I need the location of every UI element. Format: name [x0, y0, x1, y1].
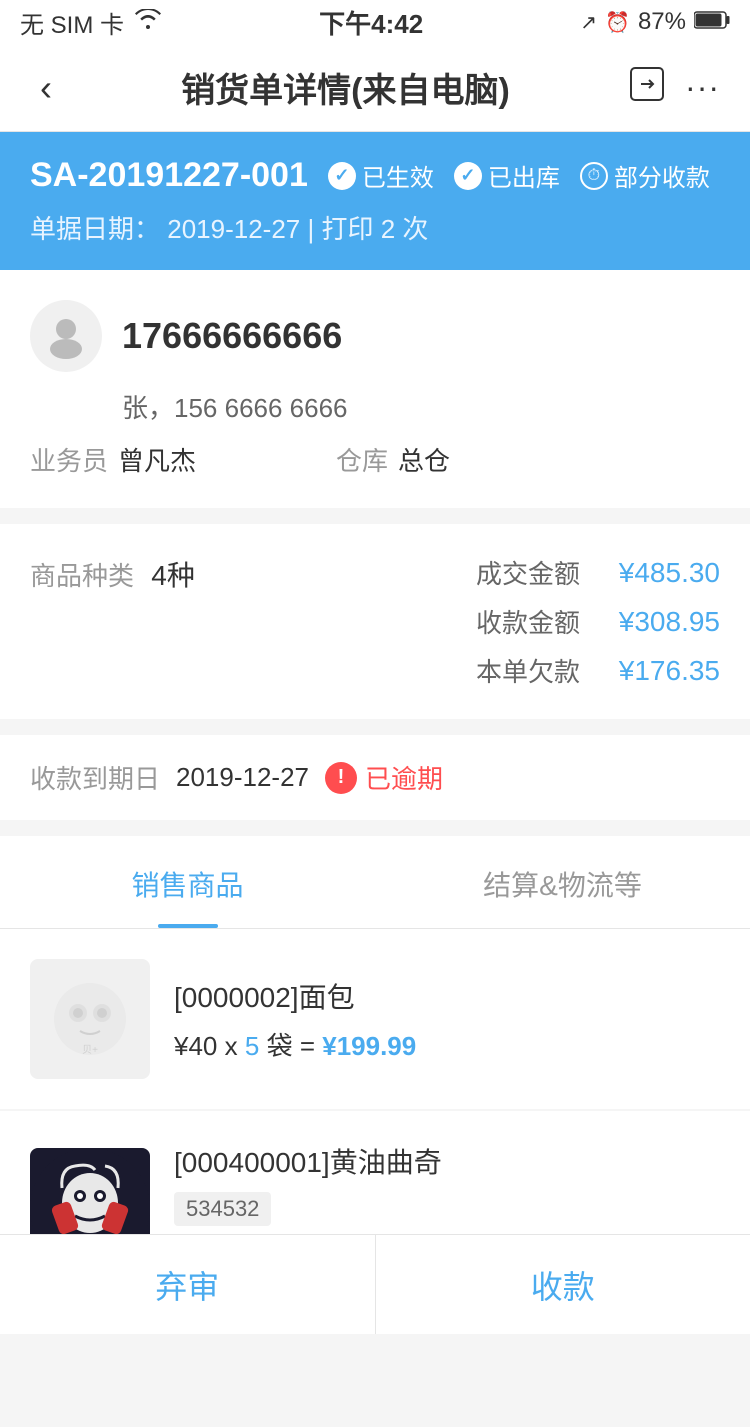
check-icon-2: ✓ — [454, 162, 482, 190]
overdue-label: 已逾期 — [365, 759, 443, 796]
product-qty-1: 5 — [245, 1031, 259, 1061]
bottom-bar: 弃审 收款 — [0, 1234, 750, 1334]
status-shipped: ✓ 已出库 — [454, 158, 560, 193]
print-count: 2 — [381, 214, 395, 244]
sales-person-item: 业务员 曾凡杰 — [30, 441, 196, 478]
collection-row: 收款金额 ¥308.95 — [476, 603, 720, 640]
print-unit: 次 — [402, 214, 428, 244]
summary-left: 商品种类 4种 — [30, 554, 195, 594]
collect-payment-button[interactable]: 收款 — [376, 1235, 750, 1334]
page-title: 销货单详情(来自电脑) — [181, 63, 510, 112]
back-button[interactable]: ‹ — [30, 57, 62, 119]
location-icon: ↗ — [580, 10, 597, 35]
order-id: SA-20191227-001 — [30, 156, 308, 195]
status-effective-label: 已生效 — [362, 158, 434, 193]
status-partial: ⏱ 部分收款 — [580, 158, 710, 193]
date-label: 单据日期： — [30, 214, 160, 244]
tab-settlement-label: 结算&物流等 — [483, 870, 642, 901]
summary-section: 商品种类 4种 成交金额 ¥485.30 收款金额 ¥308.95 本单欠款 ¥… — [0, 524, 750, 719]
status-partial-label: 部分收款 — [614, 158, 710, 193]
order-date-row: 单据日期： 2019-12-27 | 打印 2 次 — [30, 209, 720, 246]
customer-contact: 张，156 6666 6666 — [30, 388, 720, 425]
debt-label: 本单欠款 — [476, 652, 580, 689]
tab-settlement[interactable]: 结算&物流等 — [375, 836, 750, 928]
amount-label: 成交金额 — [476, 554, 580, 591]
customer-meta: 业务员 曾凡杰 仓库 总仓 — [30, 441, 720, 478]
status-effective: ✓ 已生效 — [328, 158, 434, 193]
print-label: 打印 — [321, 214, 373, 244]
cancel-review-label: 弃审 — [155, 1262, 219, 1308]
svg-text:贝+: 贝+ — [82, 1044, 98, 1056]
customer-header: 17666666666 — [30, 300, 720, 372]
debt-value: ¥176.35 — [600, 655, 720, 687]
nav-actions: ··· — [629, 66, 720, 110]
tabs-row: 销售商品 结算&物流等 — [0, 836, 750, 929]
status-bar: 无 SIM 卡 下午4:42 ↗ ⏰ 87% — [0, 0, 750, 44]
battery-text: 87% — [638, 8, 686, 36]
alarm-icon: ⏰ — [605, 10, 630, 35]
product-tag-2: 534532 — [174, 1192, 271, 1226]
wifi-icon — [134, 8, 162, 36]
tab-products-label: 销售商品 — [131, 870, 243, 901]
warehouse-label: 仓库 — [336, 441, 388, 478]
order-date: 2019-12-27 — [167, 214, 300, 244]
summary-right: 成交金额 ¥485.30 收款金额 ¥308.95 本单欠款 ¥176.35 — [476, 554, 720, 689]
warehouse-value: 总仓 — [398, 441, 450, 478]
order-header: SA-20191227-001 ✓ 已生效 ✓ 已出库 ⏱ 部分收款 单据日期：… — [0, 132, 750, 270]
status-bar-right: ↗ ⏰ 87% — [580, 8, 730, 36]
due-date-section: 收款到期日 2019-12-27 ! 已逾期 — [0, 735, 750, 820]
status-bar-time: 下午4:42 — [319, 4, 423, 41]
product-name-2: [000400001]黄油曲奇 — [174, 1141, 720, 1181]
product-unit-price-1: ¥40 — [174, 1031, 217, 1061]
order-id-row: SA-20191227-001 ✓ 已生效 ✓ 已出库 ⏱ 部分收款 — [30, 156, 720, 195]
product-total-1: ¥199.99 — [322, 1031, 416, 1061]
product-price-row-1: ¥40 x 5 袋 = ¥199.99 — [174, 1026, 720, 1063]
amount-value: ¥485.30 — [600, 557, 720, 589]
debt-row: 本单欠款 ¥176.35 — [476, 652, 720, 689]
tab-products[interactable]: 销售商品 — [0, 836, 375, 928]
print-separator: | — [307, 214, 321, 244]
product-name-1: [0000002]面包 — [174, 976, 720, 1016]
list-item: 贝+ [0000002]面包 ¥40 x 5 袋 = ¥199.99 — [0, 929, 750, 1109]
customer-id: 17666666666 — [122, 315, 342, 357]
due-date-value: 2019-12-27 — [176, 762, 309, 793]
status-bar-left: 无 SIM 卡 — [20, 5, 162, 40]
due-date-label: 收款到期日 — [30, 759, 160, 796]
clock-icon: ⏱ — [580, 162, 608, 190]
product-unit-1: 袋 — [267, 1031, 293, 1061]
sales-person-value: 曾凡杰 — [118, 441, 196, 478]
more-icon[interactable]: ··· — [685, 69, 720, 106]
status-shipped-label: 已出库 — [488, 158, 560, 193]
carrier-text: 无 SIM 卡 — [20, 5, 124, 40]
share-icon[interactable] — [629, 66, 665, 110]
products-section: 贝+ [0000002]面包 ¥40 x 5 袋 = ¥199.99 — [0, 929, 750, 1427]
cancel-review-button[interactable]: 弃审 — [0, 1235, 376, 1334]
sales-person-label: 业务员 — [30, 441, 108, 478]
collection-label: 收款金额 — [476, 603, 580, 640]
amount-row: 成交金额 ¥485.30 — [476, 554, 720, 591]
customer-section: 17666666666 张，156 6666 6666 业务员 曾凡杰 仓库 总… — [0, 270, 750, 508]
check-icon-1: ✓ — [328, 162, 356, 190]
overdue-badge: ! 已逾期 — [325, 759, 443, 796]
battery-icon — [694, 8, 730, 36]
nav-bar: ‹ 销货单详情(来自电脑) ··· — [0, 44, 750, 132]
collect-payment-label: 收款 — [531, 1262, 595, 1308]
type-label: 商品种类 — [30, 561, 134, 591]
overdue-icon: ! — [325, 762, 357, 794]
collection-value: ¥308.95 — [600, 606, 720, 638]
avatar — [30, 300, 102, 372]
tabs-section: 销售商品 结算&物流等 — [0, 836, 750, 929]
product-info-1: [0000002]面包 ¥40 x 5 袋 = ¥199.99 — [174, 976, 720, 1063]
product-thumb-1: 贝+ — [30, 959, 150, 1079]
type-count: 4种 — [151, 560, 195, 591]
warehouse-item: 仓库 总仓 — [336, 441, 450, 478]
